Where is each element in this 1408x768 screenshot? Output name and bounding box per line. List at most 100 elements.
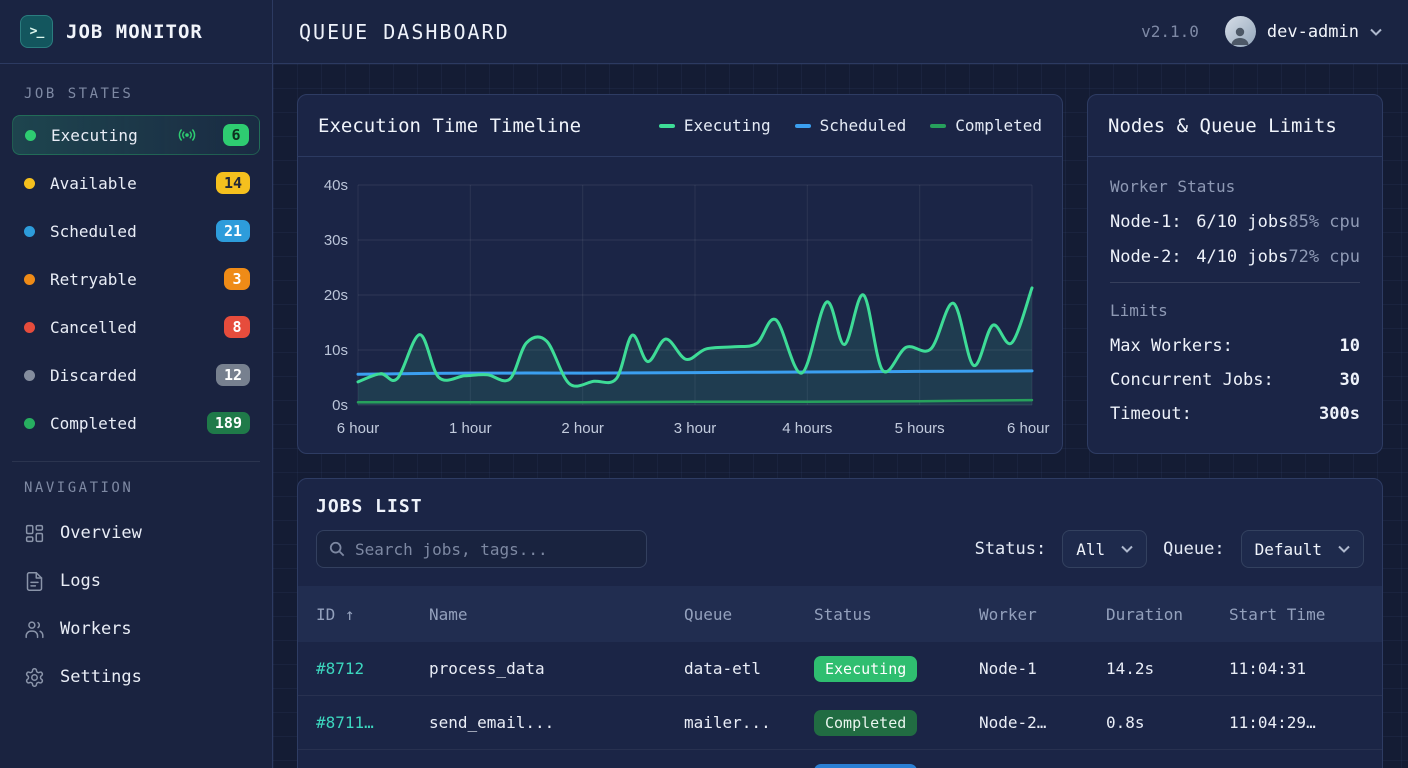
sidebar-item-scheduled[interactable]: Scheduled 21: [12, 211, 260, 251]
top-bar: QUEUE DASHBOARD v2.1.0 dev-admin: [273, 0, 1408, 64]
limit-value: 30: [1339, 370, 1360, 390]
state-dot-icon: [24, 225, 35, 237]
legend-label: Scheduled: [819, 116, 907, 135]
table-row[interactable]: #8710process_datamailerScheduledNode-10.…: [298, 750, 1382, 768]
sidebar-item-logs[interactable]: Logs: [12, 557, 260, 605]
timeline-title: Execution Time Timeline: [318, 114, 582, 137]
cell-status: Scheduled: [814, 763, 979, 768]
queue-filter-value: Default: [1254, 539, 1322, 559]
queue-filter-label: Queue:: [1163, 539, 1225, 559]
sidebar-item-completed[interactable]: Completed 189: [12, 403, 260, 443]
legend-item-completed[interactable]: Completed: [930, 116, 1042, 135]
legend-item-executing[interactable]: Executing: [658, 116, 771, 135]
app-title: JOB MONITOR: [66, 20, 203, 43]
terminal-logo-icon: >_: [20, 15, 53, 48]
nav-label: Settings: [60, 667, 142, 687]
sidebar-item-settings[interactable]: Settings: [12, 653, 260, 701]
column-header-id[interactable]: ID ↑: [316, 605, 429, 624]
status-badge: Scheduled: [814, 763, 918, 768]
state-count-badge: 3: [224, 268, 250, 290]
legend-label: Executing: [683, 116, 771, 135]
jobs-list-title: JOBS LIST: [316, 496, 423, 517]
sidebar-item-executing[interactable]: Executing 6: [12, 115, 260, 155]
table-row[interactable]: #8712 process_data data-etl Executing Node-1…: [298, 642, 1382, 696]
sidebar-item-overview[interactable]: Overview: [12, 509, 260, 557]
node-name: Node-1:: [1110, 212, 1182, 232]
chevron-down-icon: [1121, 545, 1133, 553]
nav-label: Logs: [60, 571, 101, 591]
cell-name: send_email...: [429, 713, 555, 732]
user-name: dev-admin: [1266, 21, 1359, 42]
cell-id: #8712: [316, 659, 365, 678]
cell-queue: data-etl: [684, 659, 762, 678]
column-header-queue[interactable]: Queue: [684, 605, 814, 624]
svg-text:5 hours: 5 hours: [895, 420, 945, 437]
column-header-name[interactable]: Name: [429, 605, 684, 624]
table-row[interactable]: #8711… send_email... mailer... Completed Nod…: [298, 696, 1382, 750]
search-input[interactable]: [355, 539, 634, 559]
node-status-row: Node-1: 6/10 jobs 85% cpu: [1110, 212, 1360, 232]
legend-label: Completed: [955, 116, 1042, 135]
cell-status: Executing: [814, 655, 979, 682]
svg-text:6 hours: 6 hours: [1007, 420, 1050, 437]
column-header-status[interactable]: Status: [814, 605, 979, 624]
state-count-badge: 12: [215, 364, 250, 386]
node-status-row: Node-2: 4/10 jobs 72% cpu: [1110, 247, 1360, 267]
divider: [1110, 282, 1360, 283]
status-filter-label: Status:: [974, 539, 1047, 559]
state-count-badge: 21: [215, 220, 250, 242]
main-content: Execution Time Timeline Executing Schedul…: [273, 64, 1408, 768]
cell-name: process_data: [429, 659, 545, 678]
queue-filter-select[interactable]: Default: [1240, 530, 1364, 568]
sidebar-item-cancelled[interactable]: Cancelled 8: [12, 307, 260, 347]
header-brand: >_ JOB MONITOR: [0, 0, 273, 64]
status-filter-select[interactable]: All: [1062, 530, 1148, 568]
state-dot-icon: [24, 321, 35, 333]
execution-timeline-card: Execution Time Timeline Executing Schedul…: [297, 94, 1063, 454]
document-icon: [24, 571, 45, 592]
svg-text:1 hour: 1 hour: [449, 420, 492, 437]
status-badge: Completed: [814, 709, 918, 736]
legend-item-scheduled[interactable]: Scheduled: [794, 116, 907, 135]
jobs-search: [316, 530, 647, 568]
navigation-section: NAVIGATION Overview Logs Workers Settings: [12, 461, 260, 701]
cell-start: 11:04:29…: [1229, 713, 1316, 732]
state-dot-icon: [24, 417, 35, 429]
cell-worker: Node-2…: [979, 713, 1047, 732]
state-dot-icon: [24, 273, 35, 285]
column-header-starttime[interactable]: Start Time: [1229, 605, 1382, 624]
svg-text:4 hours: 4 hours: [782, 420, 832, 437]
search-icon: [329, 541, 345, 557]
limit-row: Timeout: 300s: [1110, 404, 1360, 424]
page-title: QUEUE DASHBOARD: [299, 19, 510, 44]
chart-legend: Executing Scheduled Completed: [658, 116, 1042, 135]
timeline-chart: 0s 10s 20s 30s 40s 6 hour 1 hour 2 hour 3 hour 4 …: [298, 157, 1062, 457]
svg-text:2 hour: 2 hour: [561, 420, 604, 437]
legend-dash-icon: [658, 123, 675, 128]
sidebar: JOB STATES Executing 6 Available 14 Schedule…: [0, 64, 273, 768]
sidebar-item-retryable[interactable]: Retryable 3: [12, 259, 260, 299]
limit-value: 300s: [1319, 404, 1360, 424]
cell-start: 11:04:31: [1229, 659, 1307, 678]
nodes-limits-card: Nodes & Queue Limits Worker Status Node-…: [1087, 94, 1383, 454]
state-count-badge: 14: [215, 172, 250, 194]
limit-value: 10: [1339, 336, 1360, 356]
column-header-worker[interactable]: Worker: [979, 605, 1106, 624]
sidebar-item-available[interactable]: Available 14: [12, 163, 260, 203]
state-label: Scheduled: [50, 221, 137, 241]
svg-text:40s: 40s: [324, 177, 348, 194]
version-label: v2.1.0: [1141, 22, 1199, 41]
grid-icon: [24, 523, 45, 544]
column-header-duration[interactable]: Duration: [1106, 605, 1229, 624]
legend-dash-icon: [930, 123, 947, 128]
sidebar-item-workers[interactable]: Workers: [12, 605, 260, 653]
live-broadcast-icon: [178, 129, 196, 141]
node-cpu: 85% cpu: [1288, 212, 1360, 232]
sidebar-item-discarded[interactable]: Discarded 12: [12, 355, 260, 395]
node-name: Node-2:: [1110, 247, 1182, 267]
jobs-list-card: JOBS LIST Status: All Queue: Default: [297, 478, 1383, 768]
limit-row: Concurrent Jobs: 30: [1110, 370, 1360, 390]
user-menu[interactable]: dev-admin: [1224, 16, 1382, 47]
state-count-badge: 6: [223, 124, 249, 146]
jobs-table: ID ↑ Name Queue Status Worker Duration Start T…: [298, 586, 1382, 768]
